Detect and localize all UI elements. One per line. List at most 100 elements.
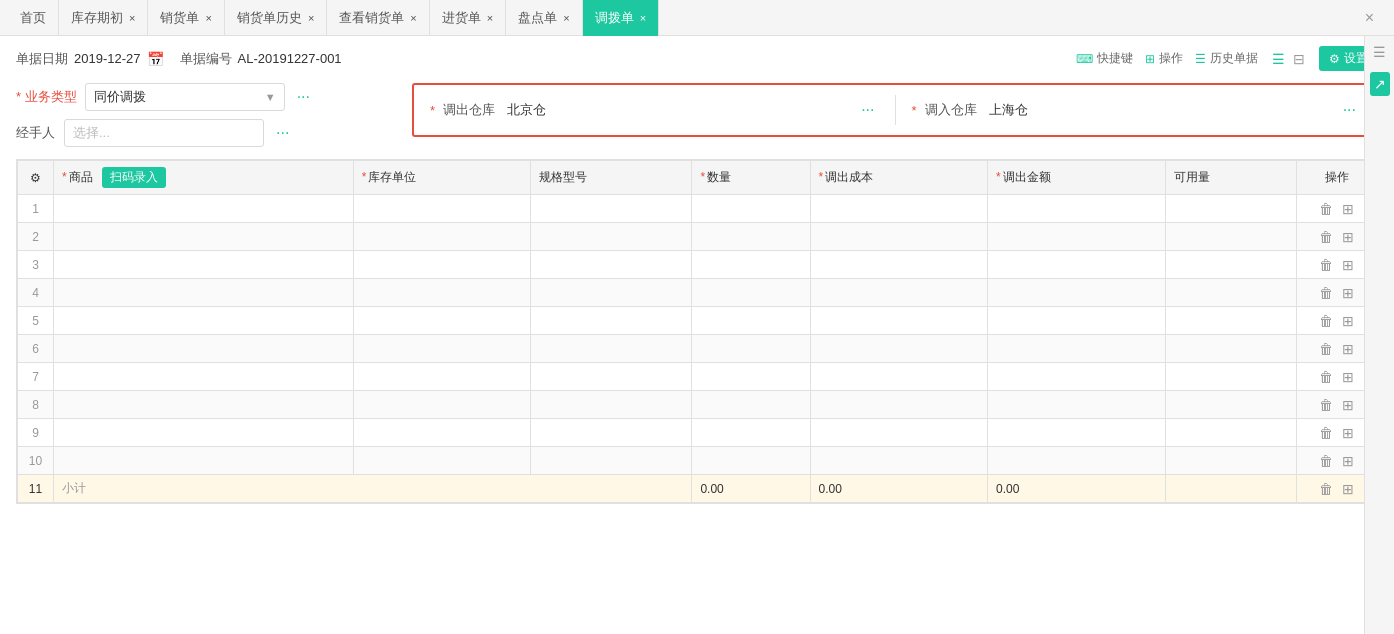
row-available-4[interactable] — [1165, 279, 1296, 307]
copy-icon-6[interactable]: ⊞ — [1342, 341, 1354, 357]
copy-icon-11[interactable]: ⊞ — [1342, 481, 1354, 497]
row-spec-4[interactable] — [531, 279, 692, 307]
delete-icon-9[interactable]: 🗑 — [1319, 425, 1333, 441]
row-amount-2[interactable] — [988, 223, 1166, 251]
layout-list-icon[interactable]: ☰ — [1270, 49, 1287, 69]
delete-icon-4[interactable]: 🗑 — [1319, 285, 1333, 301]
copy-icon-10[interactable]: ⊞ — [1342, 453, 1354, 469]
row-product-1[interactable] — [54, 195, 354, 223]
row-amount-10[interactable] — [988, 447, 1166, 475]
scan-button[interactable]: 扫码录入 — [102, 167, 166, 188]
row-product-2[interactable] — [54, 223, 354, 251]
delete-icon-11[interactable]: 🗑 — [1319, 481, 1333, 497]
delete-icon-10[interactable]: 🗑 — [1319, 453, 1333, 469]
row-amount-6[interactable] — [988, 335, 1166, 363]
row-product-8[interactable] — [54, 391, 354, 419]
row-available-2[interactable] — [1165, 223, 1296, 251]
row-unit-2[interactable] — [353, 223, 531, 251]
tab-inventory-init[interactable]: 库存期初 × — [59, 0, 148, 36]
delete-icon-6[interactable]: 🗑 — [1319, 341, 1333, 357]
delete-icon-8[interactable]: 🗑 — [1319, 397, 1333, 413]
close-inventory-check[interactable]: × — [563, 12, 569, 24]
row-available-6[interactable] — [1165, 335, 1296, 363]
tab-purchase-order[interactable]: 进货单 × — [430, 0, 506, 36]
row-cost-7[interactable] — [810, 363, 988, 391]
row-quantity-2[interactable] — [692, 223, 810, 251]
copy-icon-8[interactable]: ⊞ — [1342, 397, 1354, 413]
row-product-7[interactable] — [54, 363, 354, 391]
delete-icon-1[interactable]: 🗑 — [1319, 201, 1333, 217]
shortcuts-action[interactable]: ⌨ 快捷键 — [1076, 50, 1133, 67]
row-unit-10[interactable] — [353, 447, 531, 475]
row-spec-5[interactable] — [531, 307, 692, 335]
row-product-3[interactable] — [54, 251, 354, 279]
row-unit-9[interactable] — [353, 419, 531, 447]
copy-icon-9[interactable]: ⊞ — [1342, 425, 1354, 441]
delete-icon-5[interactable]: 🗑 — [1319, 313, 1333, 329]
row-unit-3[interactable] — [353, 251, 531, 279]
row-cost-10[interactable] — [810, 447, 988, 475]
table-gear-icon[interactable]: ⚙ — [30, 171, 41, 185]
row-quantity-1[interactable] — [692, 195, 810, 223]
copy-icon-5[interactable]: ⊞ — [1342, 313, 1354, 329]
copy-icon-1[interactable]: ⊞ — [1342, 201, 1354, 217]
row-product-4[interactable] — [54, 279, 354, 307]
row-unit-7[interactable] — [353, 363, 531, 391]
row-available-7[interactable] — [1165, 363, 1296, 391]
row-cost-4[interactable] — [810, 279, 988, 307]
row-amount-3[interactable] — [988, 251, 1166, 279]
close-all-tabs[interactable]: × — [1357, 9, 1382, 27]
row-spec-10[interactable] — [531, 447, 692, 475]
row-cost-8[interactable] — [810, 391, 988, 419]
row-product-6[interactable] — [54, 335, 354, 363]
row-unit-6[interactable] — [353, 335, 531, 363]
row-unit-1[interactable] — [353, 195, 531, 223]
row-spec-7[interactable] — [531, 363, 692, 391]
operations-action[interactable]: ⊞ 操作 — [1145, 50, 1183, 67]
copy-icon-4[interactable]: ⊞ — [1342, 285, 1354, 301]
history-action[interactable]: ☰ 历史单据 — [1195, 50, 1258, 67]
close-inventory-init[interactable]: × — [129, 12, 135, 24]
row-amount-8[interactable] — [988, 391, 1166, 419]
sidebar-list-icon[interactable]: ☰ — [1373, 44, 1386, 60]
tab-home[interactable]: 首页 — [8, 0, 59, 36]
row-cost-6[interactable] — [810, 335, 988, 363]
row-available-10[interactable] — [1165, 447, 1296, 475]
row-unit-5[interactable] — [353, 307, 531, 335]
tab-transfer-order[interactable]: 调拨单 × — [583, 0, 659, 36]
row-available-3[interactable] — [1165, 251, 1296, 279]
row-available-8[interactable] — [1165, 391, 1296, 419]
close-sales-order[interactable]: × — [205, 12, 211, 24]
row-cost-2[interactable] — [810, 223, 988, 251]
row-quantity-5[interactable] — [692, 307, 810, 335]
row-spec-6[interactable] — [531, 335, 692, 363]
handler-select[interactable]: 选择... — [64, 119, 264, 147]
copy-icon-3[interactable]: ⊞ — [1342, 257, 1354, 273]
row-unit-4[interactable] — [353, 279, 531, 307]
row-available-5[interactable] — [1165, 307, 1296, 335]
close-purchase-order[interactable]: × — [487, 12, 493, 24]
row-spec-1[interactable] — [531, 195, 692, 223]
close-transfer-order[interactable]: × — [640, 12, 646, 24]
row-quantity-8[interactable] — [692, 391, 810, 419]
row-spec-8[interactable] — [531, 391, 692, 419]
row-quantity-9[interactable] — [692, 419, 810, 447]
row-cost-5[interactable] — [810, 307, 988, 335]
close-view-sales[interactable]: × — [410, 12, 416, 24]
copy-icon-2[interactable]: ⊞ — [1342, 229, 1354, 245]
business-type-select[interactable]: 同价调拨 ▼ — [85, 83, 285, 111]
tab-view-sales[interactable]: 查看销货单 × — [327, 0, 429, 36]
handler-more[interactable]: ··· — [272, 124, 293, 142]
row-product-9[interactable] — [54, 419, 354, 447]
row-amount-4[interactable] — [988, 279, 1166, 307]
tab-sales-order[interactable]: 销货单 × — [148, 0, 224, 36]
row-unit-8[interactable] — [353, 391, 531, 419]
row-spec-2[interactable] — [531, 223, 692, 251]
tab-inventory-check[interactable]: 盘点单 × — [506, 0, 582, 36]
delete-icon-2[interactable]: 🗑 — [1319, 229, 1333, 245]
sidebar-expand-icon[interactable]: ↗ — [1370, 72, 1390, 96]
row-spec-3[interactable] — [531, 251, 692, 279]
close-sales-history[interactable]: × — [308, 12, 314, 24]
tab-sales-history[interactable]: 销货单历史 × — [225, 0, 327, 36]
out-warehouse-more[interactable]: ··· — [857, 101, 878, 119]
